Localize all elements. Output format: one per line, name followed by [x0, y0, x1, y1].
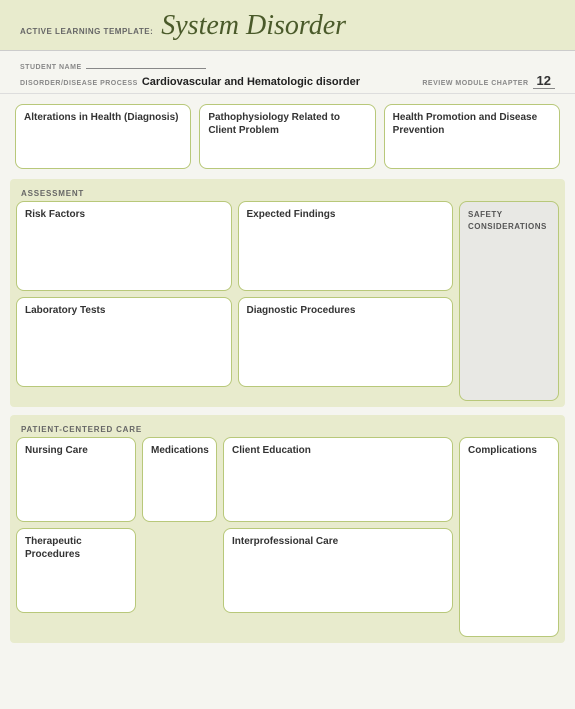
pathophysiology-box: Pathophysiology Related to Client Proble…: [199, 104, 375, 169]
pcc-bg: PATIENT-CENTERED CARE Nursing Care Medic…: [10, 415, 565, 643]
nursing-care-label: Nursing Care: [25, 445, 88, 456]
alterations-label: Alterations in Health (Diagnosis): [24, 112, 178, 123]
therapeutic-procedures-box: Therapeutic Procedures: [16, 528, 136, 613]
pcc-section: PATIENT-CENTERED CARE Nursing Care Medic…: [0, 415, 575, 651]
expected-findings-box: Expected Findings: [238, 201, 454, 291]
safety-considerations-box: SAFETY CONSIDERATIONS: [459, 201, 559, 401]
assessment-row-1: Risk Factors Expected Findings: [16, 201, 453, 291]
medications-box: Medications: [142, 437, 217, 522]
health-promotion-label: Health Promotion and Disease Prevention: [393, 112, 537, 136]
student-info: STUDENT NAME DISORDER/DISEASE PROCESS Ca…: [0, 51, 575, 94]
medications-label: Medications: [151, 445, 209, 456]
pcc-row-2: Therapeutic Procedures Interprofessional…: [16, 528, 453, 613]
nursing-care-box: Nursing Care: [16, 437, 136, 522]
health-promotion-box: Health Promotion and Disease Prevention: [384, 104, 560, 169]
assessment-row-2: Laboratory Tests Diagnostic Procedures: [16, 297, 453, 387]
review-label: REVIEW MODULE CHAPTER: [422, 80, 528, 87]
assessment-layout: Risk Factors Expected Findings Laborator…: [16, 201, 559, 401]
complications-box: Complications: [459, 437, 559, 637]
therapeutic-procedures-label: Therapeutic Procedures: [25, 536, 82, 560]
pcc-layout: Nursing Care Medications Client Educatio…: [16, 437, 559, 637]
student-name-label: STUDENT NAME: [20, 64, 82, 71]
header: ACTIVE LEARNING TEMPLATE: System Disorde…: [0, 0, 575, 51]
pcc-row-1: Nursing Care Medications Client Educatio…: [16, 437, 453, 522]
pathophysiology-label: Pathophysiology Related to Client Proble…: [208, 112, 340, 136]
interprofessional-care-box: Interprofessional Care: [223, 528, 453, 613]
chapter-number: 12: [533, 73, 555, 89]
client-education-box: Client Education: [223, 437, 453, 522]
disorder-label: DISORDER/DISEASE PROCESS: [20, 80, 138, 87]
disorder-value: Cardiovascular and Hematologic disorder: [142, 76, 360, 88]
expected-findings-label: Expected Findings: [247, 209, 336, 220]
review-module: REVIEW MODULE CHAPTER 12: [422, 73, 555, 89]
laboratory-tests-label: Laboratory Tests: [25, 305, 105, 316]
top-boxes-section: Alterations in Health (Diagnosis) Pathop…: [0, 94, 575, 179]
alterations-box: Alterations in Health (Diagnosis): [15, 104, 191, 169]
client-education-label: Client Education: [232, 445, 311, 456]
complications-label: Complications: [468, 445, 537, 456]
pcc-header: PATIENT-CENTERED CARE: [16, 421, 559, 437]
pcc-main: Nursing Care Medications Client Educatio…: [16, 437, 453, 637]
page: ACTIVE LEARNING TEMPLATE: System Disorde…: [0, 0, 575, 709]
pcc-gap: [142, 528, 217, 613]
laboratory-tests-box: Laboratory Tests: [16, 297, 232, 387]
interprofessional-care-label: Interprofessional Care: [232, 536, 338, 547]
assessment-main: Risk Factors Expected Findings Laborator…: [16, 201, 453, 401]
safety-label: SAFETY CONSIDERATIONS: [468, 210, 547, 231]
complications-side: Complications: [459, 437, 559, 637]
assessment-header: ASSESSMENT: [16, 185, 559, 201]
assessment-bg: ASSESSMENT Risk Factors Expected Finding…: [10, 179, 565, 407]
page-title: System Disorder: [161, 10, 346, 42]
active-learning-label: ACTIVE LEARNING TEMPLATE:: [20, 27, 153, 36]
risk-factors-label: Risk Factors: [25, 209, 85, 220]
assessment-section: ASSESSMENT Risk Factors Expected Finding…: [0, 179, 575, 415]
student-name-field[interactable]: [86, 57, 206, 69]
diagnostic-procedures-box: Diagnostic Procedures: [238, 297, 454, 387]
diagnostic-procedures-label: Diagnostic Procedures: [247, 305, 356, 316]
safety-side: SAFETY CONSIDERATIONS: [459, 201, 559, 401]
risk-factors-box: Risk Factors: [16, 201, 232, 291]
